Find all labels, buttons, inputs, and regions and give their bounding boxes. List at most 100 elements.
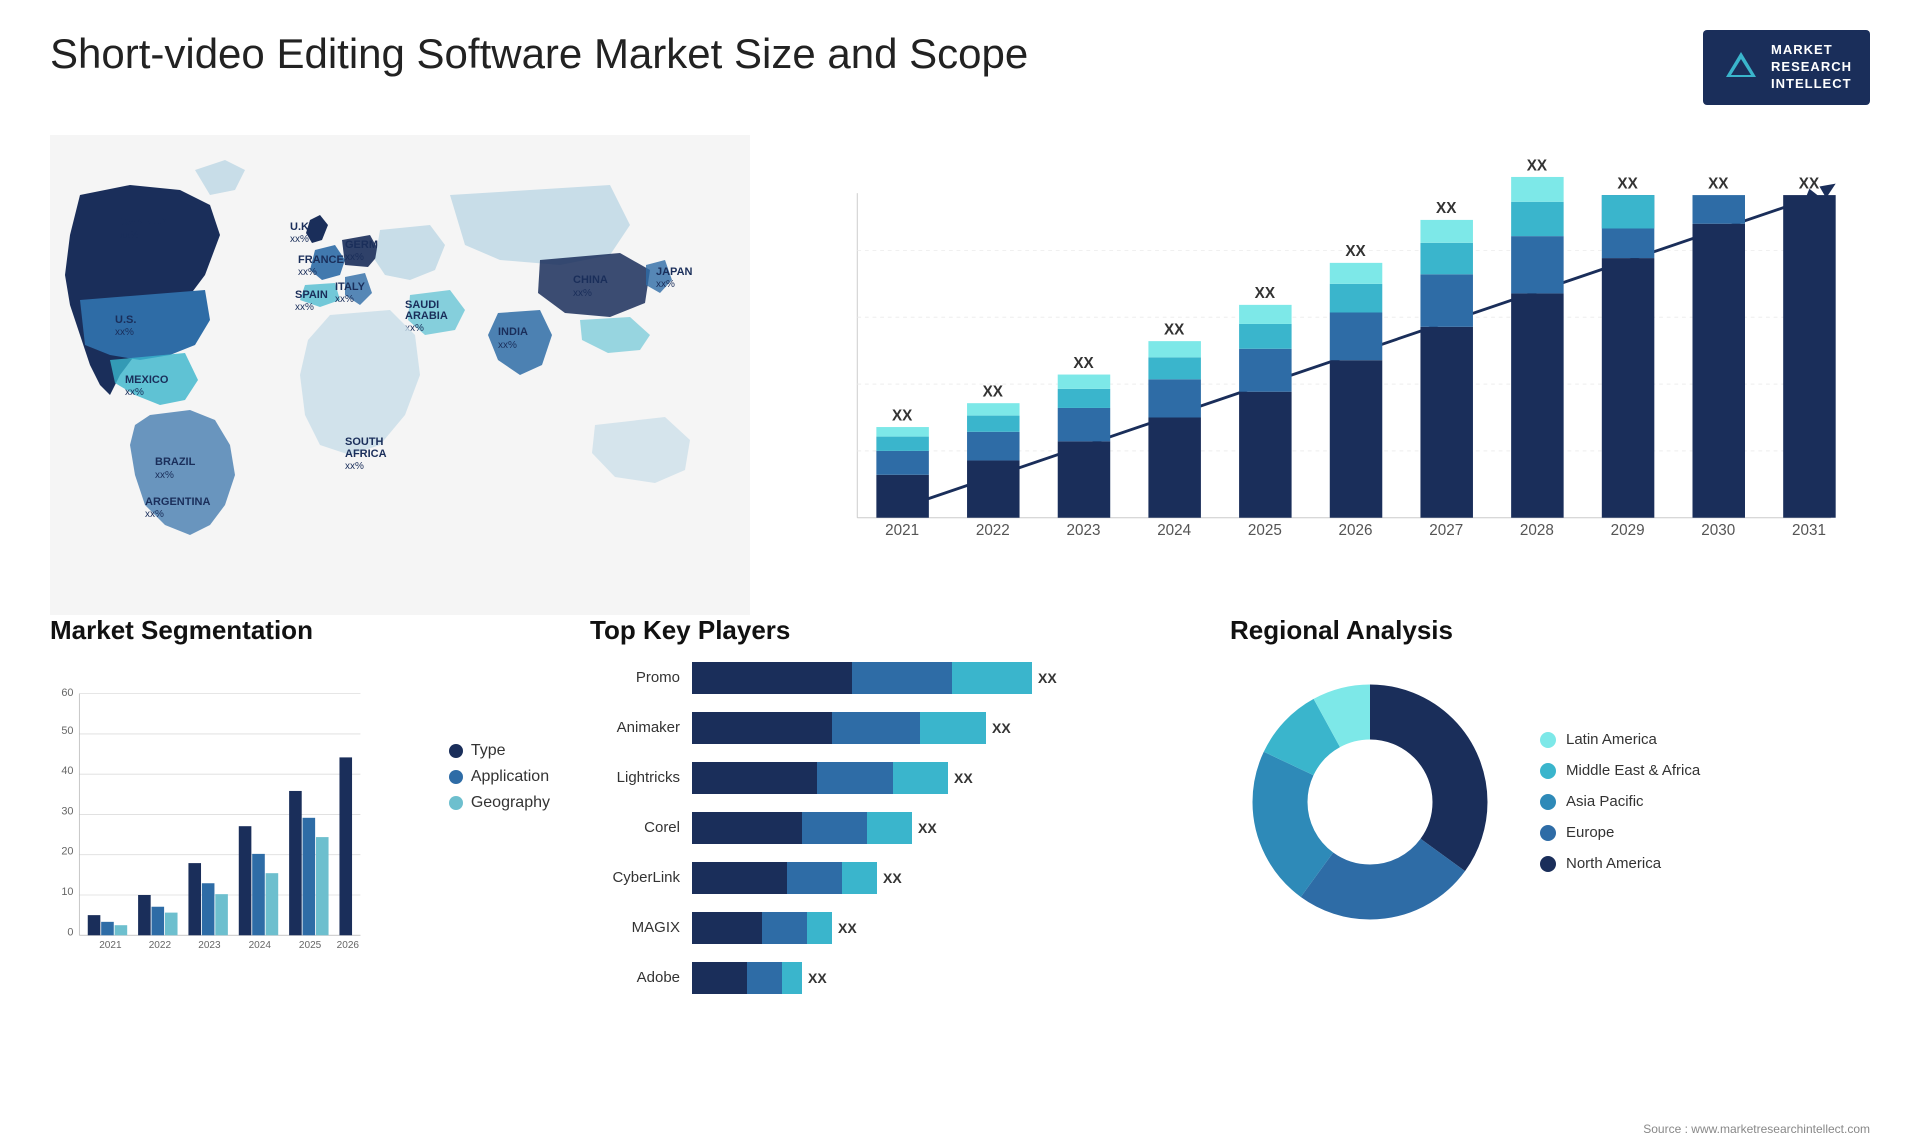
svg-text:2030: 2030 <box>1701 522 1735 539</box>
svg-text:MEXICO: MEXICO <box>125 374 169 386</box>
regional-section: Regional Analysis <box>1230 615 1870 1012</box>
player-corel: Corel XX <box>590 812 1190 844</box>
svg-text:AFRICA: AFRICA <box>345 448 387 460</box>
svg-text:2021: 2021 <box>99 940 122 951</box>
map-section: CANADA xx% U.S. xx% MEXICO xx% BRAZIL xx… <box>50 125 750 625</box>
svg-text:XX: XX <box>1799 175 1820 192</box>
legend-dot-type <box>449 744 463 758</box>
svg-text:CHINA: CHINA <box>573 274 608 286</box>
player-name: Animaker <box>590 719 680 736</box>
svg-text:ARGENTINA: ARGENTINA <box>145 496 210 508</box>
svg-text:U.S.: U.S. <box>115 314 136 326</box>
svg-text:xx%: xx% <box>345 252 364 263</box>
svg-text:40: 40 <box>61 765 73 777</box>
player-name: Corel <box>590 819 680 836</box>
svg-text:2029: 2029 <box>1611 522 1645 539</box>
svg-text:2027: 2027 <box>1429 522 1463 539</box>
svg-text:XX: XX <box>1345 243 1366 260</box>
svg-text:ARABIA: ARABIA <box>405 310 448 322</box>
svg-text:xx%: xx% <box>295 302 314 313</box>
svg-text:50: 50 <box>61 725 73 737</box>
player-cyberlink: CyberLink XX <box>590 862 1190 894</box>
svg-text:2024: 2024 <box>249 940 272 951</box>
key-players-section: Top Key Players Promo XX Animaker <box>590 615 1190 1012</box>
player-adobe: Adobe XX <box>590 962 1190 994</box>
player-name: CyberLink <box>590 869 680 886</box>
source-text: Source : www.marketresearchintellect.com <box>1643 1122 1870 1136</box>
svg-text:xx%: xx% <box>298 267 317 278</box>
svg-text:30: 30 <box>61 805 73 817</box>
logo-area: MARKET RESEARCH INTELLECT <box>1703 30 1870 105</box>
world-map: CANADA xx% U.S. xx% MEXICO xx% BRAZIL xx… <box>50 125 750 625</box>
header: Short-video Editing Software Market Size… <box>50 30 1870 105</box>
svg-text:2028: 2028 <box>1520 522 1554 539</box>
player-name: Promo <box>590 669 680 686</box>
players-list: Promo XX Animaker <box>590 662 1190 994</box>
svg-text:xx%: xx% <box>155 470 174 481</box>
player-magix: MAGIX XX <box>590 912 1190 944</box>
svg-text:xx%: xx% <box>125 387 144 398</box>
legend-type: Type <box>449 742 550 760</box>
legend-asia-pacific: Asia Pacific <box>1540 793 1700 810</box>
svg-text:XX: XX <box>1255 285 1276 302</box>
svg-text:XX: XX <box>1436 200 1457 217</box>
svg-text:2024: 2024 <box>1157 522 1191 539</box>
regional-chart: Latin America Middle East & Africa Asia … <box>1230 662 1870 942</box>
svg-text:XX: XX <box>1527 157 1548 174</box>
svg-text:2031: 2031 <box>1792 522 1826 539</box>
svg-text:2026: 2026 <box>1339 522 1373 539</box>
svg-text:xx%: xx% <box>120 230 139 241</box>
bar-2021 <box>876 474 929 517</box>
page-title: Short-video Editing Software Market Size… <box>50 30 1028 78</box>
donut-chart <box>1230 662 1510 942</box>
svg-text:xx%: xx% <box>498 340 517 351</box>
player-name: MAGIX <box>590 919 680 936</box>
logo-text: MARKET RESEARCH INTELLECT <box>1771 42 1852 93</box>
legend-north-america: North America <box>1540 855 1700 872</box>
svg-text:2022: 2022 <box>976 522 1010 539</box>
player-promo: Promo XX <box>590 662 1190 694</box>
legend-color-na <box>1540 856 1556 872</box>
svg-text:2025: 2025 <box>1248 522 1282 539</box>
legend-dot-application <box>449 770 463 784</box>
legend-color-latin <box>1540 732 1556 748</box>
svg-text:BRAZIL: BRAZIL <box>155 456 196 468</box>
legend-latin-america: Latin America <box>1540 731 1700 748</box>
player-animaker: Animaker XX <box>590 712 1190 744</box>
legend-dot-geography <box>449 796 463 810</box>
legend-color-europe <box>1540 825 1556 841</box>
logo-icon <box>1721 47 1761 87</box>
player-name: Adobe <box>590 969 680 986</box>
svg-text:2021: 2021 <box>885 522 919 539</box>
svg-text:xx%: xx% <box>290 234 309 245</box>
svg-text:FRANCE: FRANCE <box>298 254 344 266</box>
svg-text:2025: 2025 <box>299 940 322 951</box>
player-bar-container: XX <box>692 662 1190 694</box>
legend-europe: Europe <box>1540 824 1700 841</box>
svg-text:SPAIN: SPAIN <box>295 289 328 301</box>
page-container: Short-video Editing Software Market Size… <box>0 0 1920 1146</box>
svg-text:60: 60 <box>61 687 73 699</box>
svg-text:0: 0 <box>67 926 73 938</box>
logo-box: MARKET RESEARCH INTELLECT <box>1703 30 1870 105</box>
svg-text:XX: XX <box>1708 175 1729 192</box>
svg-text:xx%: xx% <box>573 288 592 299</box>
svg-text:2022: 2022 <box>149 940 172 951</box>
svg-text:XX: XX <box>983 383 1004 400</box>
svg-text:xx%: xx% <box>335 294 354 305</box>
svg-text:2023: 2023 <box>1067 522 1101 539</box>
svg-text:2023: 2023 <box>198 940 221 951</box>
legend-color-apac <box>1540 794 1556 810</box>
legend-color-mea <box>1540 763 1556 779</box>
legend-application: Application <box>449 768 550 786</box>
svg-text:10: 10 <box>61 886 73 898</box>
legend-geography: Geography <box>449 794 550 812</box>
bar-chart-section: 2021 XX 2022 XX 2023 XX <box>780 125 1870 625</box>
svg-text:XX: XX <box>1164 321 1185 338</box>
svg-text:xx%: xx% <box>345 461 364 472</box>
svg-text:20: 20 <box>61 845 73 857</box>
svg-text:xx%: xx% <box>115 327 134 338</box>
svg-text:CANADA: CANADA <box>120 216 168 228</box>
player-name: Lightricks <box>590 769 680 786</box>
svg-text:INDIA: INDIA <box>498 326 528 338</box>
